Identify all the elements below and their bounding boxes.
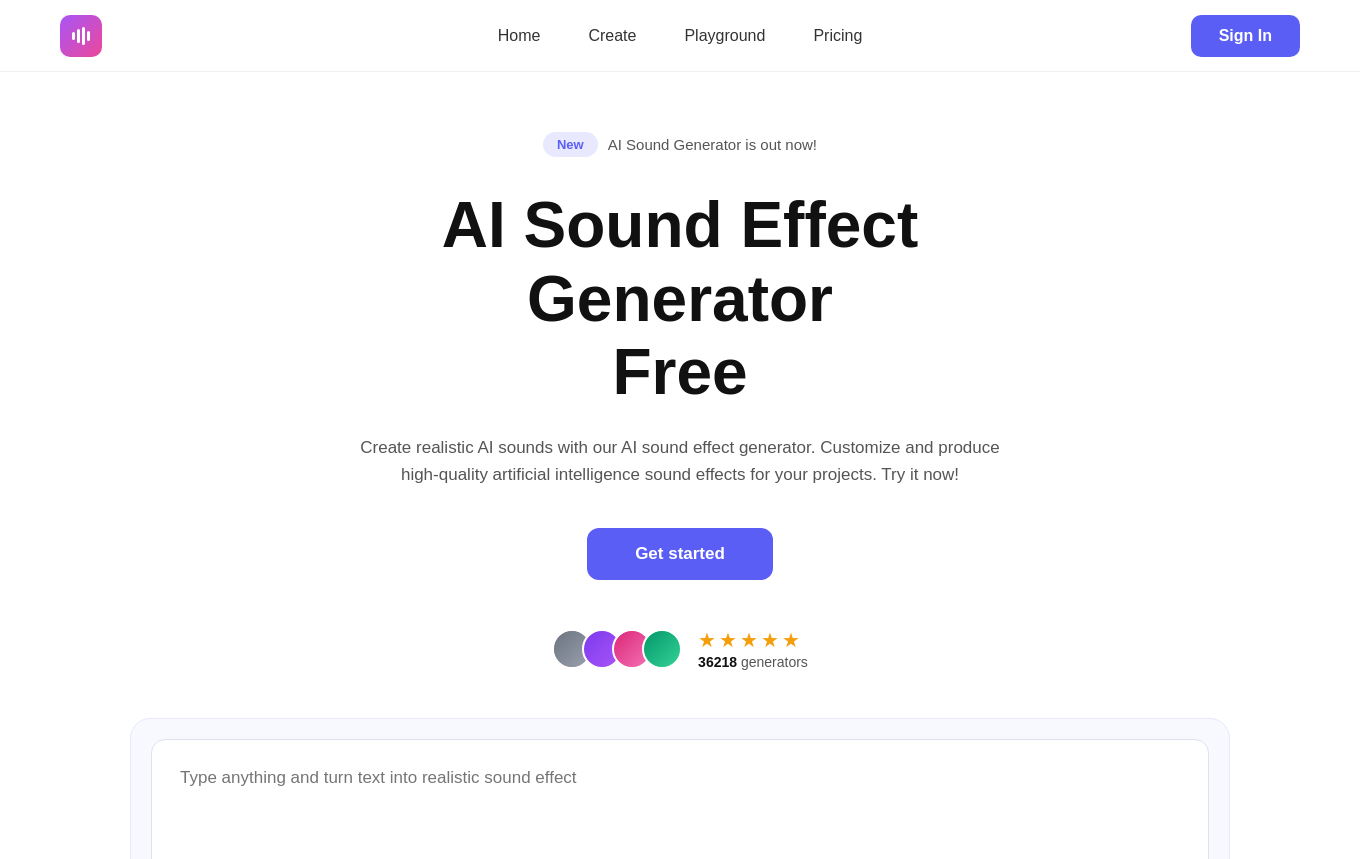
new-badge: New <box>543 132 598 157</box>
avatars <box>552 629 682 669</box>
svg-rect-1 <box>77 29 80 43</box>
generator-box: GENERATE <box>151 739 1209 859</box>
logo[interactable] <box>60 15 102 57</box>
svg-rect-0 <box>72 32 75 40</box>
social-proof: ★ ★ ★ ★ ★ 36218 generators <box>552 628 808 670</box>
navbar: Home Create Playground Pricing Sign In <box>0 0 1360 72</box>
star-rating: ★ ★ ★ ★ ★ <box>698 628 808 652</box>
announcement-bar: New AI Sound Generator is out now! <box>543 132 817 157</box>
hero-title: AI Sound Effect Generator Free <box>280 189 1080 410</box>
hero-subtitle: Create realistic AI sounds with our AI s… <box>350 434 1010 488</box>
avatar <box>642 629 682 669</box>
navbar-actions: Sign In <box>1191 15 1300 57</box>
nav-link-playground[interactable]: Playground <box>684 27 765 45</box>
main-content: New AI Sound Generator is out now! AI So… <box>0 72 1360 859</box>
sound-effect-input[interactable] <box>180 768 1180 859</box>
sign-in-button[interactable]: Sign In <box>1191 15 1300 57</box>
generator-section: GENERATE <box>130 718 1230 859</box>
svg-rect-2 <box>82 27 85 45</box>
generator-count: 36218 generators <box>698 654 808 670</box>
svg-rect-3 <box>87 31 90 41</box>
nav-link-pricing[interactable]: Pricing <box>813 27 862 45</box>
nav-link-create[interactable]: Create <box>588 27 636 45</box>
social-proof-text: ★ ★ ★ ★ ★ 36218 generators <box>698 628 808 670</box>
announcement-text: AI Sound Generator is out now! <box>608 136 817 153</box>
nav-links: Home Create Playground Pricing <box>498 27 863 45</box>
nav-link-home[interactable]: Home <box>498 27 541 45</box>
get-started-button[interactable]: Get started <box>587 528 773 580</box>
logo-icon <box>60 15 102 57</box>
